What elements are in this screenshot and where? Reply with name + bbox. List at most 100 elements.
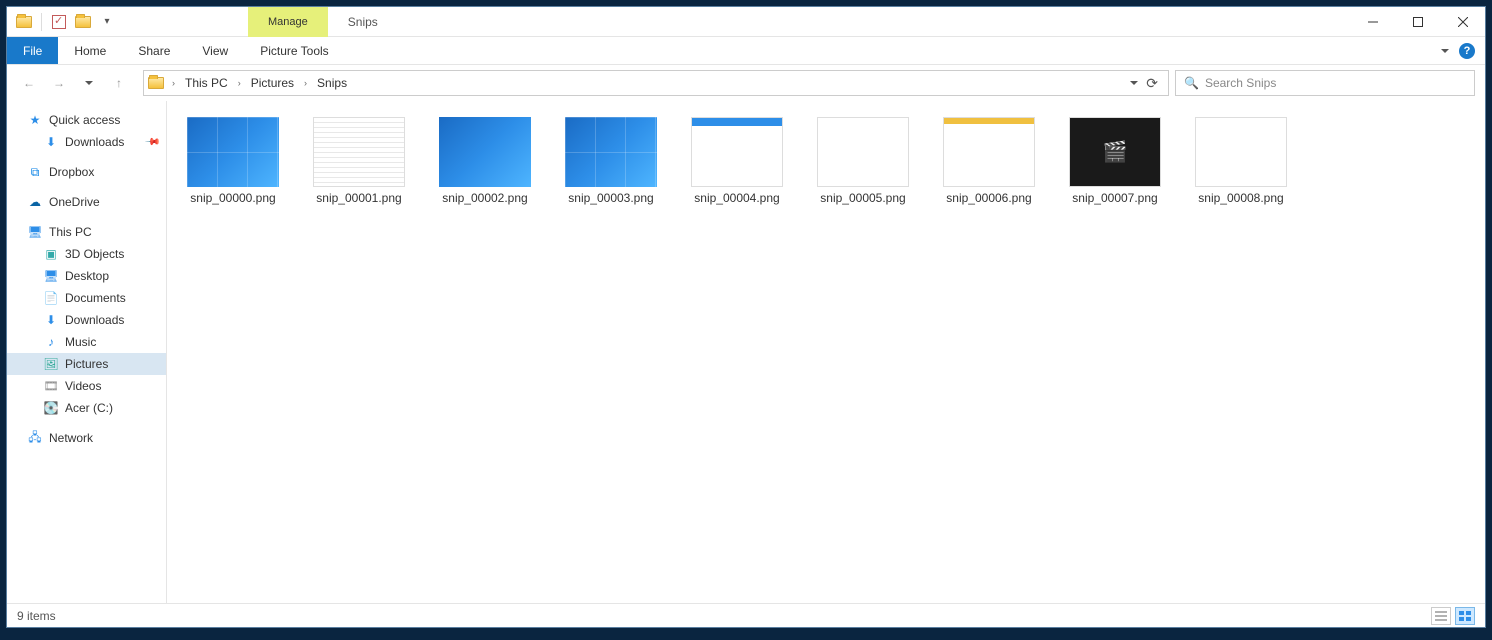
chevron-right-icon[interactable]: › <box>168 78 179 88</box>
details-view-button[interactable] <box>1431 607 1451 625</box>
file-name-label: snip_00008.png <box>1198 191 1283 205</box>
refresh-icon[interactable]: ⟳ <box>1146 75 1158 92</box>
search-placeholder: Search Snips <box>1205 76 1276 90</box>
window-controls <box>1350 7 1485 37</box>
address-bar[interactable]: › This PC › Pictures › Snips ⟳ <box>143 70 1169 96</box>
help-icon[interactable]: ? <box>1459 43 1475 59</box>
new-folder-icon[interactable] <box>72 11 94 33</box>
ribbon-tabs: File Home Share View Picture Tools ? <box>7 37 1485 65</box>
search-input[interactable]: 🔍 Search Snips <box>1175 70 1475 96</box>
chevron-right-icon[interactable]: › <box>300 78 311 88</box>
expand-ribbon-icon[interactable] <box>1441 49 1449 53</box>
network-icon: 🖧 <box>27 430 43 446</box>
sidebar-3d-objects[interactable]: ▣ 3D Objects <box>7 243 166 265</box>
folder-icon <box>148 75 164 91</box>
file-name-label: snip_00005.png <box>820 191 905 205</box>
tab-share[interactable]: Share <box>122 37 186 64</box>
sidebar-item-label: Downloads <box>65 135 124 149</box>
sidebar-item-label: Quick access <box>49 113 120 127</box>
customize-qat-icon[interactable]: ▾ <box>96 11 118 33</box>
sidebar-videos[interactable]: 🎞 Videos <box>7 375 166 397</box>
file-name-label: snip_00003.png <box>568 191 653 205</box>
file-name-label: snip_00004.png <box>694 191 779 205</box>
window-title: Snips <box>348 15 378 29</box>
star-icon: ★ <box>27 112 43 128</box>
tab-home[interactable]: Home <box>58 37 122 64</box>
file-item[interactable]: snip_00008.png <box>1187 117 1295 205</box>
sidebar-dropbox[interactable]: ⧉ Dropbox <box>7 161 166 183</box>
file-name-label: snip_00007.png <box>1072 191 1157 205</box>
file-name-label: snip_00001.png <box>316 191 401 205</box>
file-item[interactable]: snip_00006.png <box>935 117 1043 205</box>
thumbnail <box>187 117 279 187</box>
sidebar-downloads-pinned[interactable]: ⬇ Downloads 📌 <box>7 131 166 153</box>
maximize-button[interactable] <box>1395 7 1440 37</box>
sidebar-documents[interactable]: 📄 Documents <box>7 287 166 309</box>
file-name-label: snip_00000.png <box>190 191 275 205</box>
sidebar-network[interactable]: 🖧 Network <box>7 427 166 449</box>
sidebar-downloads[interactable]: ⬇ Downloads <box>7 309 166 331</box>
sidebar-this-pc[interactable]: 🖥 This PC <box>7 221 166 243</box>
thumbnail <box>439 117 531 187</box>
file-item[interactable]: snip_00002.png <box>431 117 539 205</box>
sidebar-local-disk[interactable]: 💽 Acer (C:) <box>7 397 166 419</box>
file-list[interactable]: snip_00000.png snip_00001.png snip_00002.p… <box>167 101 1485 603</box>
sidebar-item-label: Music <box>65 335 96 349</box>
thumbnails-view-button[interactable] <box>1455 607 1475 625</box>
sidebar-quick-access[interactable]: ★ Quick access <box>7 109 166 131</box>
navigation-pane: ★ Quick access ⬇ Downloads 📌 ⧉ Dropbox ☁… <box>7 101 167 603</box>
sidebar-onedrive[interactable]: ☁ OneDrive <box>7 191 166 213</box>
thumbnail <box>313 117 405 187</box>
breadcrumb-this-pc[interactable]: This PC <box>183 76 230 90</box>
sidebar-item-label: Videos <box>65 379 101 393</box>
separator <box>41 13 42 31</box>
breadcrumb-pictures[interactable]: Pictures <box>249 76 296 90</box>
cloud-icon: ☁ <box>27 194 43 210</box>
file-item[interactable]: snip_00000.png <box>179 117 287 205</box>
status-bar: 9 items <box>7 603 1485 627</box>
recent-locations-icon[interactable] <box>77 71 101 95</box>
file-tab[interactable]: File <box>7 37 58 64</box>
thumbnail <box>1195 117 1287 187</box>
sidebar-item-label: OneDrive <box>49 195 100 209</box>
file-item[interactable]: snip_00005.png <box>809 117 917 205</box>
disk-icon: 💽 <box>43 400 59 416</box>
sidebar-item-label: Desktop <box>65 269 109 283</box>
dropbox-icon: ⧉ <box>27 164 43 180</box>
sidebar-item-label: Dropbox <box>49 165 94 179</box>
properties-icon[interactable] <box>48 11 70 33</box>
file-item[interactable]: snip_00001.png <box>305 117 413 205</box>
music-icon: ♪ <box>43 334 59 350</box>
download-icon: ⬇ <box>43 134 59 150</box>
thumbnail <box>817 117 909 187</box>
breadcrumb-snips[interactable]: Snips <box>315 76 349 90</box>
file-item[interactable]: snip_00004.png <box>683 117 791 205</box>
title-bar: ▾ Manage Snips <box>7 7 1485 37</box>
address-dropdown-icon[interactable] <box>1130 81 1138 85</box>
main-area: ★ Quick access ⬇ Downloads 📌 ⧉ Dropbox ☁… <box>7 101 1485 603</box>
videos-icon: 🎞 <box>43 378 59 394</box>
file-item[interactable]: snip_00007.png <box>1061 117 1169 205</box>
thumbnail <box>691 117 783 187</box>
close-button[interactable] <box>1440 7 1485 37</box>
document-icon: 📄 <box>43 290 59 306</box>
sidebar-item-label: Pictures <box>65 357 108 371</box>
folder-icon[interactable] <box>13 11 35 33</box>
back-button[interactable]: ← <box>17 71 41 95</box>
tab-view[interactable]: View <box>186 37 244 64</box>
search-icon: 🔍 <box>1184 76 1199 90</box>
up-button[interactable]: ↑ <box>107 71 131 95</box>
sidebar-pictures[interactable]: 🖼 Pictures <box>7 353 166 375</box>
pictures-icon: 🖼 <box>43 356 59 372</box>
chevron-right-icon[interactable]: › <box>234 78 245 88</box>
forward-button[interactable]: → <box>47 71 71 95</box>
navigation-bar: ← → ↑ › This PC › Pictures › Snips ⟳ 🔍 S… <box>7 65 1485 101</box>
file-item[interactable]: snip_00003.png <box>557 117 665 205</box>
item-count: 9 items <box>17 609 56 623</box>
sidebar-item-label: This PC <box>49 225 92 239</box>
explorer-window: ▾ Manage Snips File Home Share View Pict… <box>6 6 1486 628</box>
tab-picture-tools[interactable]: Picture Tools <box>244 37 344 64</box>
sidebar-desktop[interactable]: 🖥 Desktop <box>7 265 166 287</box>
sidebar-music[interactable]: ♪ Music <box>7 331 166 353</box>
minimize-button[interactable] <box>1350 7 1395 37</box>
